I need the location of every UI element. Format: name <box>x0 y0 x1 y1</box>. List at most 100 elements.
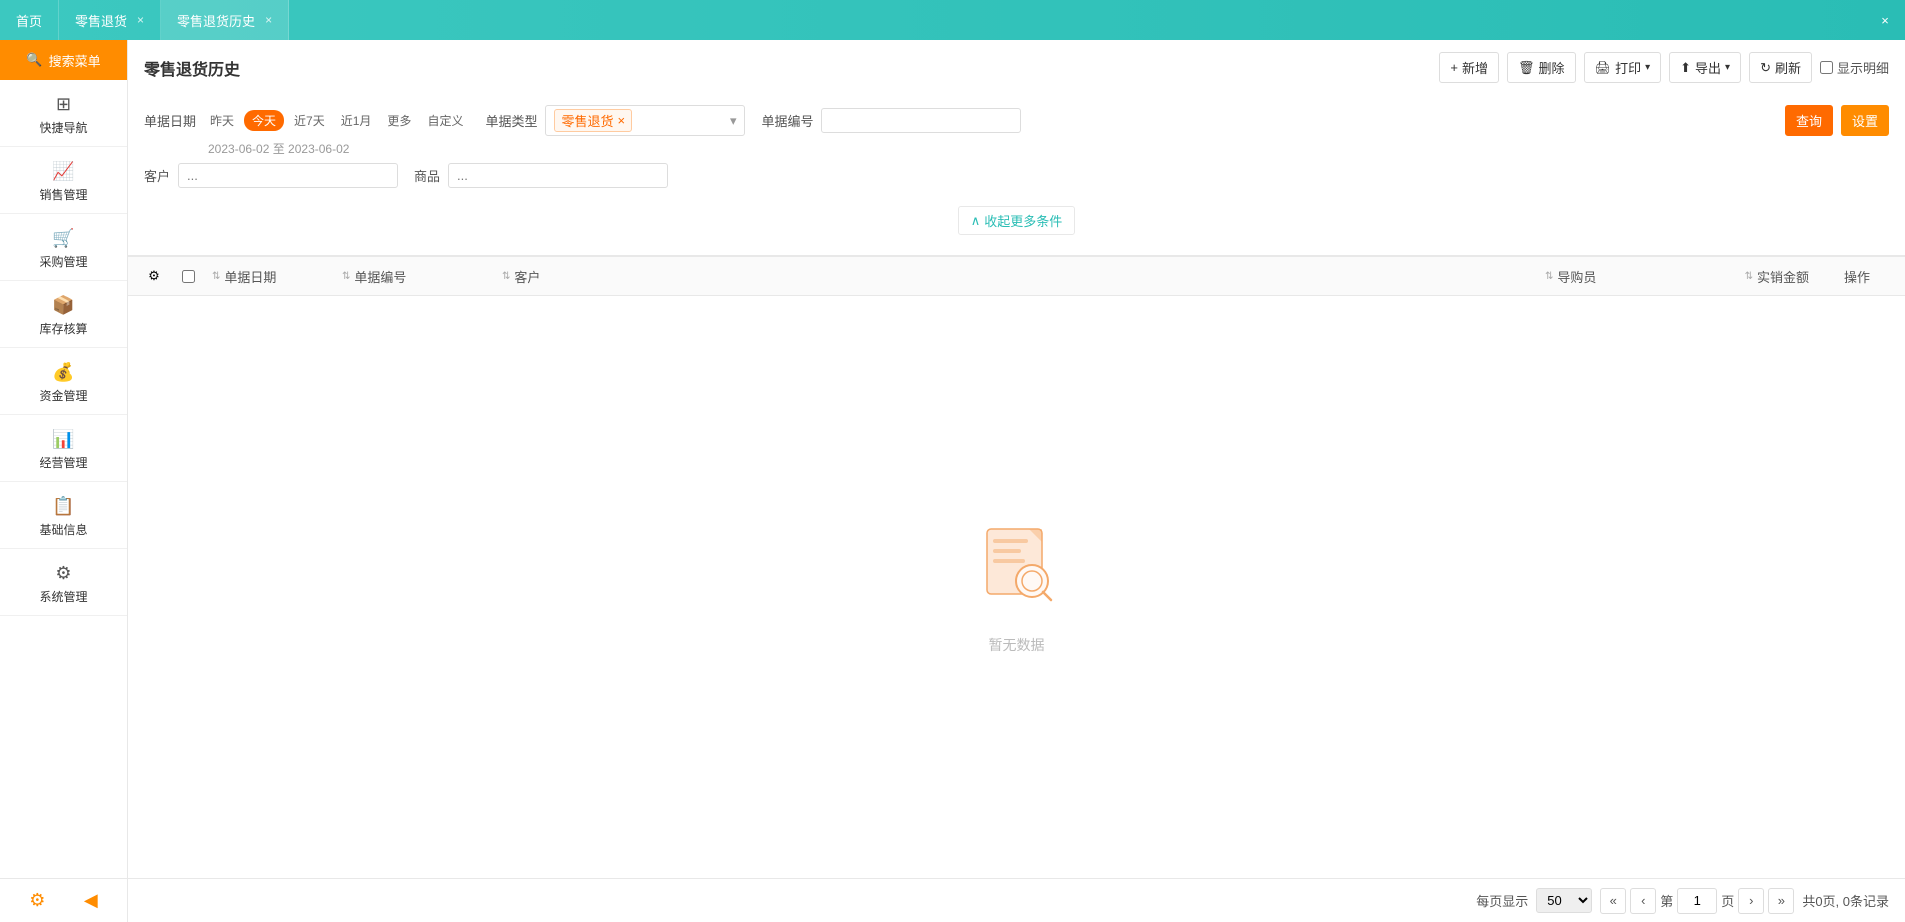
new-button[interactable]: + 新增 <box>1439 52 1499 83</box>
settings-button[interactable]: 设置 <box>1841 105 1889 136</box>
display-detail-label: 显示明细 <box>1837 58 1889 77</box>
display-detail-checkbox[interactable]: 显示明细 <box>1820 58 1889 77</box>
delete-icon: 🗑 <box>1518 60 1535 76</box>
query-button-label: 查询 <box>1796 111 1822 130</box>
sidebar-collapse-icon[interactable]: ◀ <box>84 890 98 911</box>
sidebar-item-sales-label: 销售管理 <box>39 186 87 203</box>
sidebar-item-basic-info[interactable]: 📋 基础信息 <box>0 482 127 549</box>
sidebar-item-finance-label: 资金管理 <box>39 387 87 404</box>
th-number-sort-icon: ⇅ <box>342 271 350 282</box>
th-date-sort-icon: ⇅ <box>212 271 220 282</box>
page-title: 零售退货历史 <box>144 56 240 80</box>
table-settings-icon[interactable]: ⚙ <box>136 268 172 284</box>
date-btn-7days[interactable]: 近7天 <box>288 110 331 131</box>
tab-retail-return-history[interactable]: 零售退货历史 × <box>161 0 289 40</box>
sales-icon: 📈 <box>52 161 74 182</box>
sidebar-item-purchase[interactable]: 🛒 采购管理 <box>0 214 127 281</box>
empty-text: 暂无数据 <box>989 635 1045 655</box>
select-all-checkbox[interactable] <box>182 270 195 283</box>
tab-bar: 首页 零售退货 × 零售退货历史 × <box>0 0 1865 40</box>
page-nav: « ‹ 第 页 › » <box>1600 888 1794 914</box>
th-date[interactable]: ⇅ 单据日期 <box>204 267 334 286</box>
sidebar-item-inventory[interactable]: 📦 库存核算 <box>0 281 127 348</box>
filter-row-1: 单据日期 昨天 今天 近7天 近1月 更多 自定义 单据类型 <box>144 105 1889 136</box>
th-amount[interactable]: ⇅ 实销金额 <box>1677 267 1817 286</box>
tab-retail-return-history-close[interactable]: × <box>265 13 272 27</box>
page-suffix: 页 <box>1721 891 1734 910</box>
empty-illustration <box>967 519 1067 619</box>
date-btn-yesterday[interactable]: 昨天 <box>204 110 240 131</box>
main-layout: 🔍 搜索菜单 ⊞ 快捷导航 📈 销售管理 🛒 采购管理 📦 库存核算 💰 <box>0 40 1905 922</box>
page-label: 第 <box>1660 891 1673 910</box>
sidebar-item-quicknav-label: 快捷导航 <box>39 119 87 136</box>
per-page-select[interactable]: 50 100 200 <box>1536 888 1592 913</box>
grid-icon: ⊞ <box>56 94 71 115</box>
export-button[interactable]: ⬆ 导出 ▾ <box>1669 52 1741 83</box>
sidebar-search-label: 搜索菜单 <box>49 51 101 70</box>
tab-home[interactable]: 首页 <box>0 0 59 40</box>
goods-label: 商品 <box>414 166 440 185</box>
date-btn-1month[interactable]: 近1月 <box>335 110 378 131</box>
date-options-group: 昨天 今天 近7天 近1月 更多 自定义 <box>204 110 469 131</box>
query-button[interactable]: 查询 <box>1785 105 1833 136</box>
sidebar-item-operations-label: 经营管理 <box>39 454 87 471</box>
th-guide[interactable]: ⇅ 导购员 <box>1537 267 1677 286</box>
doc-type-select[interactable]: 零售退货 × ▾ <box>545 105 745 136</box>
refresh-button[interactable]: ↻ 刷新 <box>1749 52 1812 83</box>
sidebar-item-finance[interactable]: 💰 资金管理 <box>0 348 127 415</box>
page-number-input[interactable] <box>1677 888 1717 914</box>
goods-input[interactable] <box>448 163 668 188</box>
doc-number-filter: 单据编号 <box>761 108 1021 133</box>
th-customer[interactable]: ⇅ 客户 <box>494 267 1537 286</box>
doc-number-label: 单据编号 <box>761 111 813 130</box>
date-btn-custom[interactable]: 自定义 <box>421 110 469 131</box>
page-last-button[interactable]: » <box>1768 888 1794 914</box>
sidebar-item-operations[interactable]: 📊 经营管理 <box>0 415 127 482</box>
doc-type-label: 单据类型 <box>485 111 537 130</box>
sidebar-search-button[interactable]: 🔍 搜索菜单 <box>0 40 127 80</box>
page-first-button[interactable]: « <box>1600 888 1626 914</box>
date-filter-label: 单据日期 <box>144 111 196 130</box>
tab-retail-return[interactable]: 零售退货 × <box>59 0 161 40</box>
sidebar-item-basic-info-label: 基础信息 <box>39 521 87 538</box>
doc-number-input[interactable] <box>821 108 1021 133</box>
sidebar-settings-icon[interactable]: ⚙ <box>29 890 45 911</box>
page-next-button[interactable]: › <box>1738 888 1764 914</box>
tab-retail-return-history-label: 零售退货历史 <box>177 11 255 30</box>
sidebar-item-system[interactable]: ⚙ 系统管理 <box>0 549 127 616</box>
customer-input[interactable] <box>178 163 398 188</box>
th-number[interactable]: ⇅ 单据编号 <box>334 267 494 286</box>
sidebar-item-purchase-label: 采购管理 <box>39 253 87 270</box>
pagination-bar: 每页显示 50 100 200 « ‹ 第 页 › » 共0页, 0条记录 <box>128 878 1905 922</box>
delete-button[interactable]: 🗑 删除 <box>1507 52 1576 83</box>
sidebar-item-sales[interactable]: 📈 销售管理 <box>0 147 127 214</box>
customer-filter: 客户 <box>144 163 398 188</box>
settings-icon: ⚙ <box>148 268 160 284</box>
collapse-button[interactable]: ∧ 收起更多条件 <box>958 206 1076 235</box>
tab-retail-return-close[interactable]: × <box>137 13 144 27</box>
page-header: 零售退货历史 + 新增 🗑 删除 🖨 打印 ▾ <box>128 40 1905 256</box>
date-range-display: 2023-06-02 至 2023-06-02 <box>208 142 349 156</box>
doc-type-tag-close[interactable]: × <box>617 113 625 128</box>
page-prev-button[interactable]: ‹ <box>1630 888 1656 914</box>
collapse-button-label: 收起更多条件 <box>984 211 1062 230</box>
date-btn-today[interactable]: 今天 <box>244 110 284 131</box>
table-select-all[interactable] <box>172 270 204 283</box>
tab-retail-return-label: 零售退货 <box>75 11 127 30</box>
sidebar-item-inventory-label: 库存核算 <box>39 320 87 337</box>
th-amount-sort-icon: ⇅ <box>1745 271 1753 282</box>
display-detail-input[interactable] <box>1820 61 1833 74</box>
export-button-label: 导出 <box>1695 58 1721 77</box>
delete-button-label: 删除 <box>1539 58 1565 77</box>
export-chevron-icon: ▾ <box>1725 62 1730 73</box>
th-action: 操作 <box>1817 267 1897 286</box>
date-btn-more[interactable]: 更多 <box>381 110 417 131</box>
window-close-button[interactable]: × <box>1865 0 1905 40</box>
toolbar-buttons: + 新增 🗑 删除 🖨 打印 ▾ ⬆ 导出 ▾ <box>1439 52 1889 83</box>
sidebar-bottom: ⚙ ◀ <box>0 878 127 922</box>
print-chevron-icon: ▾ <box>1645 62 1650 73</box>
print-button[interactable]: 🖨 打印 ▾ <box>1584 52 1662 83</box>
goods-filter: 商品 <box>414 163 668 188</box>
sidebar-item-quicknav[interactable]: ⊞ 快捷导航 <box>0 80 127 147</box>
sidebar-item-system-label: 系统管理 <box>39 588 87 605</box>
